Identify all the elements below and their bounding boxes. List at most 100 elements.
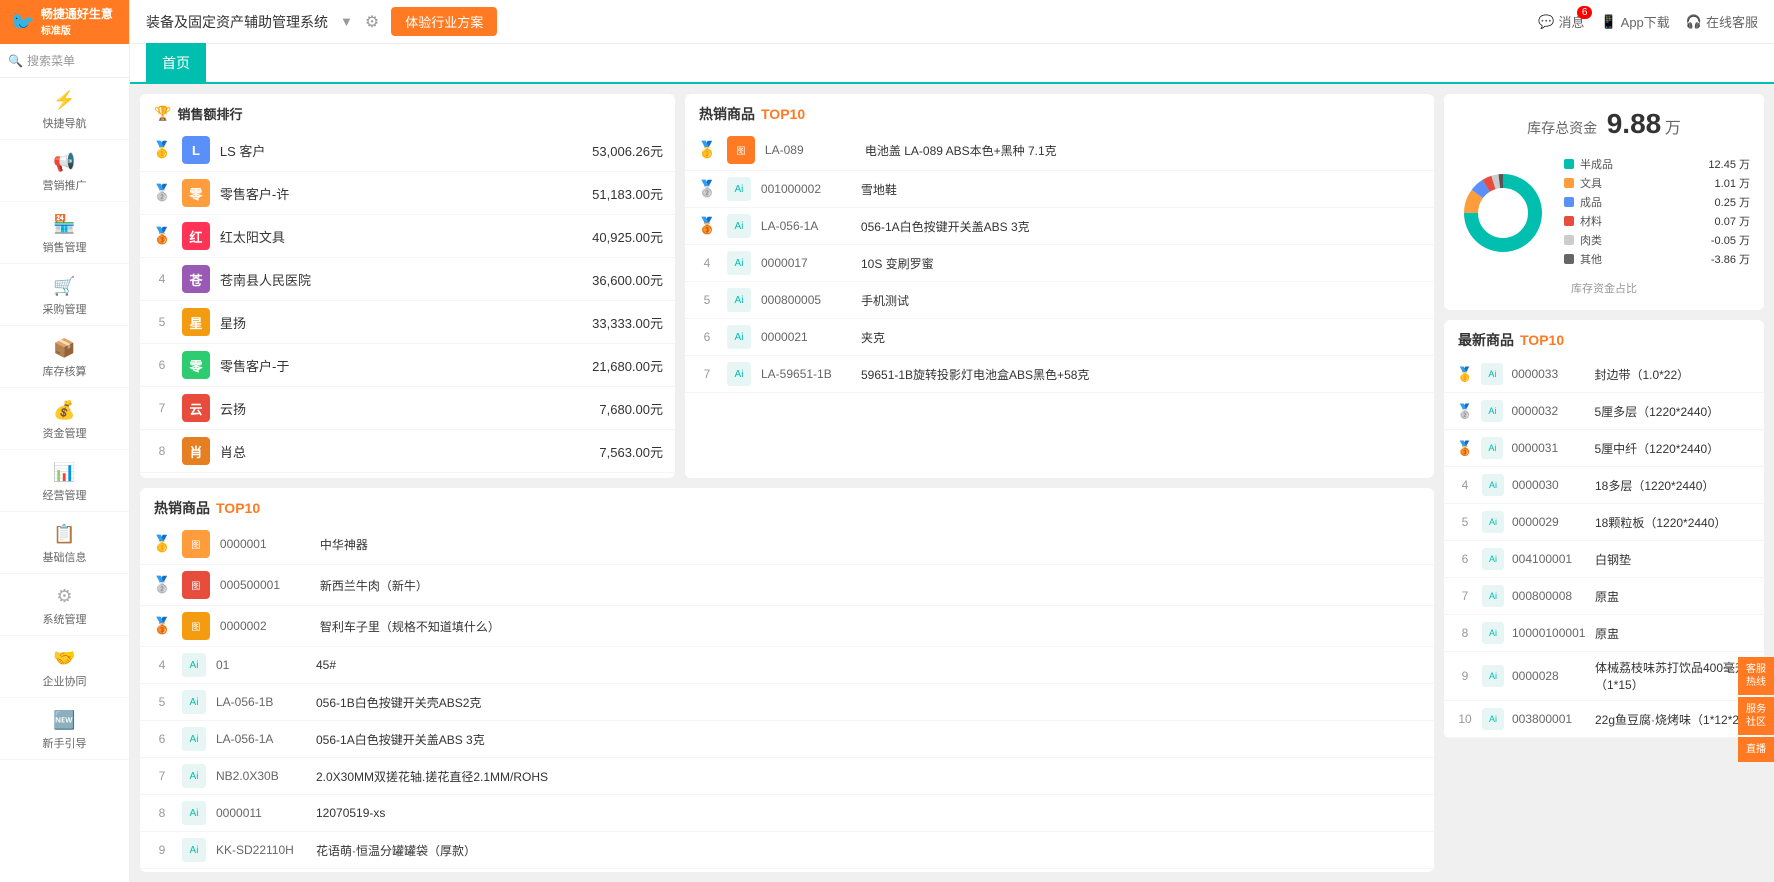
product-row[interactable]: 5 Ai 000800005 手机测试 xyxy=(685,282,1434,319)
hot-product-row[interactable]: 6 Ai LA-056-1A 056-1A白色按键开关盖ABS 3克 xyxy=(140,721,1434,758)
medal-icon: 🥈 xyxy=(697,179,717,199)
new-product-row[interactable]: 🥈 Ai 0000032 5厘多层（1220*2440） xyxy=(1444,393,1764,430)
hot-product-row[interactable]: 8 Ai 0000011 12070519-xs xyxy=(140,795,1434,832)
nav-label-guide: 新手引导 xyxy=(43,735,87,751)
app-label: App下载 xyxy=(1621,12,1670,31)
float-service-button[interactable]: 服务 社区 xyxy=(1738,697,1774,735)
sidebar-item-marketing[interactable]: 📢营销推广 xyxy=(0,140,129,202)
product-name: 花语萌·恒温分罐罐袋（厚款） xyxy=(316,842,1422,859)
new-product-row[interactable]: 🥉 Ai 0000031 5厘中纤（1220*2440） xyxy=(1444,430,1764,467)
hot-product-row[interactable]: 🥉 图 0000002 智利车子里（规格不知道填什么） xyxy=(140,606,1434,647)
content-area: 🏆 销售额排行 🥇 L LS 客户 53,006.26元 🥈 零 零售客户-许 … xyxy=(130,84,1774,882)
customer-row[interactable]: 7 云 云扬 7,680.00元 xyxy=(140,387,675,430)
product-name: 10S 变刷罗蜜 xyxy=(861,255,1422,272)
sidebar-item-system[interactable]: ⚙ 系统管理 xyxy=(0,574,129,636)
message-badge[interactable]: 💬 消息 6 xyxy=(1538,12,1584,31)
medal-icon: 🥇 xyxy=(697,140,717,160)
legend-item: 半成品 12.45 万 xyxy=(1564,156,1750,172)
rank-num: 6 xyxy=(697,330,717,344)
sidebar-item-inventory[interactable]: 📦库存核算 xyxy=(0,326,129,388)
new-product-row[interactable]: 5 Ai 0000029 18颗粒板（1220*2440） xyxy=(1444,504,1764,541)
nav-label-purchase: 采购管理 xyxy=(43,301,87,317)
float-buttons: 客服 热线服务 社区直播 xyxy=(1738,657,1774,762)
new-product-row[interactable]: 4 Ai 0000030 18多层（1220*2440） xyxy=(1444,467,1764,504)
product-name: 18多层（1220*2440） xyxy=(1595,477,1752,494)
hot-product-row[interactable]: 5 Ai LA-056-1B 056-1B白色按键开关壳ABS2克 xyxy=(140,684,1434,721)
top-products-panel: 热销商品 TOP10 🥇 图 LA-089 电池盖 LA-089 ABS本色+黑… xyxy=(685,94,1434,478)
product-row[interactable]: 🥈 Ai 001000002 雪地鞋 xyxy=(685,171,1434,208)
rank-num: 8 xyxy=(152,444,172,458)
customer-row[interactable]: 5 星 星扬 33,333.00元 xyxy=(140,301,675,344)
inventory-label: 库存总资金 xyxy=(1527,120,1597,136)
sidebar-item-guide[interactable]: 🆕新手引导 xyxy=(0,698,129,760)
trial-button[interactable]: 体验行业方案 xyxy=(391,7,497,36)
customer-row[interactable]: 🥉 红 红太阳文具 40,925.00元 xyxy=(140,215,675,258)
product-code: 0000029 xyxy=(1512,515,1587,529)
hot-product-row[interactable]: 🥇 图 0000001 中华神器 xyxy=(140,524,1434,565)
product-row[interactable]: 🥇 图 LA-089 电池盖 LA-089 ABS本色+黑种 7.1克 xyxy=(685,130,1434,171)
product-row[interactable]: 🥉 Ai LA-056-1A 056-1A白色按键开关盖ABS 3克 xyxy=(685,208,1434,245)
product-icon: Ai xyxy=(727,325,751,349)
hot-product-row[interactable]: 4 Ai 01 45# xyxy=(140,647,1434,684)
sidebar-item-basics[interactable]: 📋基础信息 xyxy=(0,512,129,574)
main-area: 装备及固定资产辅助管理系统 ▼ ⚙ 体验行业方案 💬 消息 6 📱 App下载 … xyxy=(130,0,1774,882)
sidebar-item-cooperation[interactable]: 🤝企业协同 xyxy=(0,636,129,698)
product-name: 5厘多层（1220*2440） xyxy=(1594,403,1752,420)
float-service-button[interactable]: 直播 xyxy=(1738,737,1774,762)
new-product-row[interactable]: 7 Ai 000800008 原盅 xyxy=(1444,578,1764,615)
hot-product-row[interactable]: 9 Ai KK-SD22110H 花语萌·恒温分罐罐袋（厚款） xyxy=(140,832,1434,869)
new-product-row[interactable]: 8 Ai 10000100001 原盅 xyxy=(1444,615,1764,652)
float-service-button[interactable]: 客服 热线 xyxy=(1738,657,1774,695)
nav-label-system: 系统管理 xyxy=(43,611,87,627)
dropdown-icon[interactable]: ▼ xyxy=(340,14,353,29)
product-image: 图 xyxy=(182,571,210,599)
nav-icon-system: ⚙ xyxy=(56,586,72,607)
customer-list: 🥇 L LS 客户 53,006.26元 🥈 零 零售客户-许 51,183.0… xyxy=(140,129,675,478)
sidebar-item-purchase[interactable]: 🛒采购管理 xyxy=(0,264,129,326)
message-icon: 💬 xyxy=(1538,14,1554,30)
legend-name: 文具 xyxy=(1580,175,1709,191)
product-name: 12070519-xs xyxy=(316,806,1422,820)
sidebar-item-operations[interactable]: 📊经营管理 xyxy=(0,450,129,512)
product-row[interactable]: 4 Ai 0000017 10S 变刷罗蜜 xyxy=(685,245,1434,282)
tab-home[interactable]: 首页 xyxy=(146,43,206,83)
customer-avatar: 云 xyxy=(182,394,210,422)
new-product-row[interactable]: 🥇 Ai 0000033 封边带（1.0*22） xyxy=(1444,356,1764,393)
customer-row[interactable]: 6 零 零售客户-于 21,680.00元 xyxy=(140,344,675,387)
customer-row[interactable]: 🥇 L LS 客户 53,006.26元 xyxy=(140,129,675,172)
hot-product-row[interactable]: 🥈 图 000500001 新西兰牛肉（新牛） xyxy=(140,565,1434,606)
online-service[interactable]: 🎧 在线客服 xyxy=(1686,12,1758,31)
sidebar-item-quick-nav[interactable]: ⚡快捷导航 xyxy=(0,78,129,140)
new-products-label: 最新商品 xyxy=(1458,330,1514,350)
nav-icon-cooperation: 🤝 xyxy=(53,648,75,669)
hot-product-row[interactable]: 7 Ai NB2.0X30B 2.0X30MM双搓花轴.搓花直径2.1MM/RO… xyxy=(140,758,1434,795)
phone-icon: 📱 xyxy=(1600,14,1616,30)
legend-name: 材料 xyxy=(1580,213,1709,229)
sidebar-item-sales[interactable]: 🏪销售管理 xyxy=(0,202,129,264)
legend-name: 成品 xyxy=(1580,194,1709,210)
new-product-row[interactable]: 10 Ai 003800001 22g鱼豆腐·烧烤味（1*12*20） xyxy=(1444,701,1764,738)
rank-num: 5 xyxy=(152,695,172,709)
legend-val: 0.25 万 xyxy=(1715,194,1750,210)
product-icon: Ai xyxy=(727,177,751,201)
legend-item: 材料 0.07 万 xyxy=(1564,213,1750,229)
sidebar-item-finance[interactable]: 💰资金管理 xyxy=(0,388,129,450)
product-row[interactable]: 6 Ai 0000021 夹克 xyxy=(685,319,1434,356)
product-row[interactable]: 7 Ai LA-59651-1B 59651-1B旋转投影灯电池盒ABS黑色+5… xyxy=(685,356,1434,393)
customer-row[interactable]: 🥈 零 零售客户-许 51,183.00元 xyxy=(140,172,675,215)
search-menu[interactable]: 🔍 搜索菜单 xyxy=(0,44,129,78)
customer-row[interactable]: 8 肖 肖总 7,563.00元 xyxy=(140,430,675,473)
legend-item: 成品 0.25 万 xyxy=(1564,194,1750,210)
product-icon: Ai xyxy=(1482,622,1504,644)
gear-icon[interactable]: ⚙ xyxy=(365,12,379,32)
nav-icon-finance: 💰 xyxy=(53,400,75,421)
product-code: LA-59651-1B xyxy=(761,367,851,381)
app-download[interactable]: 📱 App下载 xyxy=(1600,12,1669,31)
customer-row[interactable]: 4 苍 苍南县人民医院 36,600.00元 xyxy=(140,258,675,301)
customer-name: LS 客户 xyxy=(220,141,582,160)
new-product-row[interactable]: 9 Ai 0000028 体械荔枝味苏打饮品400毫升（1*15） xyxy=(1444,652,1764,701)
customer-name: 云扬 xyxy=(220,399,589,418)
rank-num: 4 xyxy=(152,658,172,672)
new-product-row[interactable]: 6 Ai 004100001 白钢垫 xyxy=(1444,541,1764,578)
medal-icon: 🥉 xyxy=(152,616,172,636)
